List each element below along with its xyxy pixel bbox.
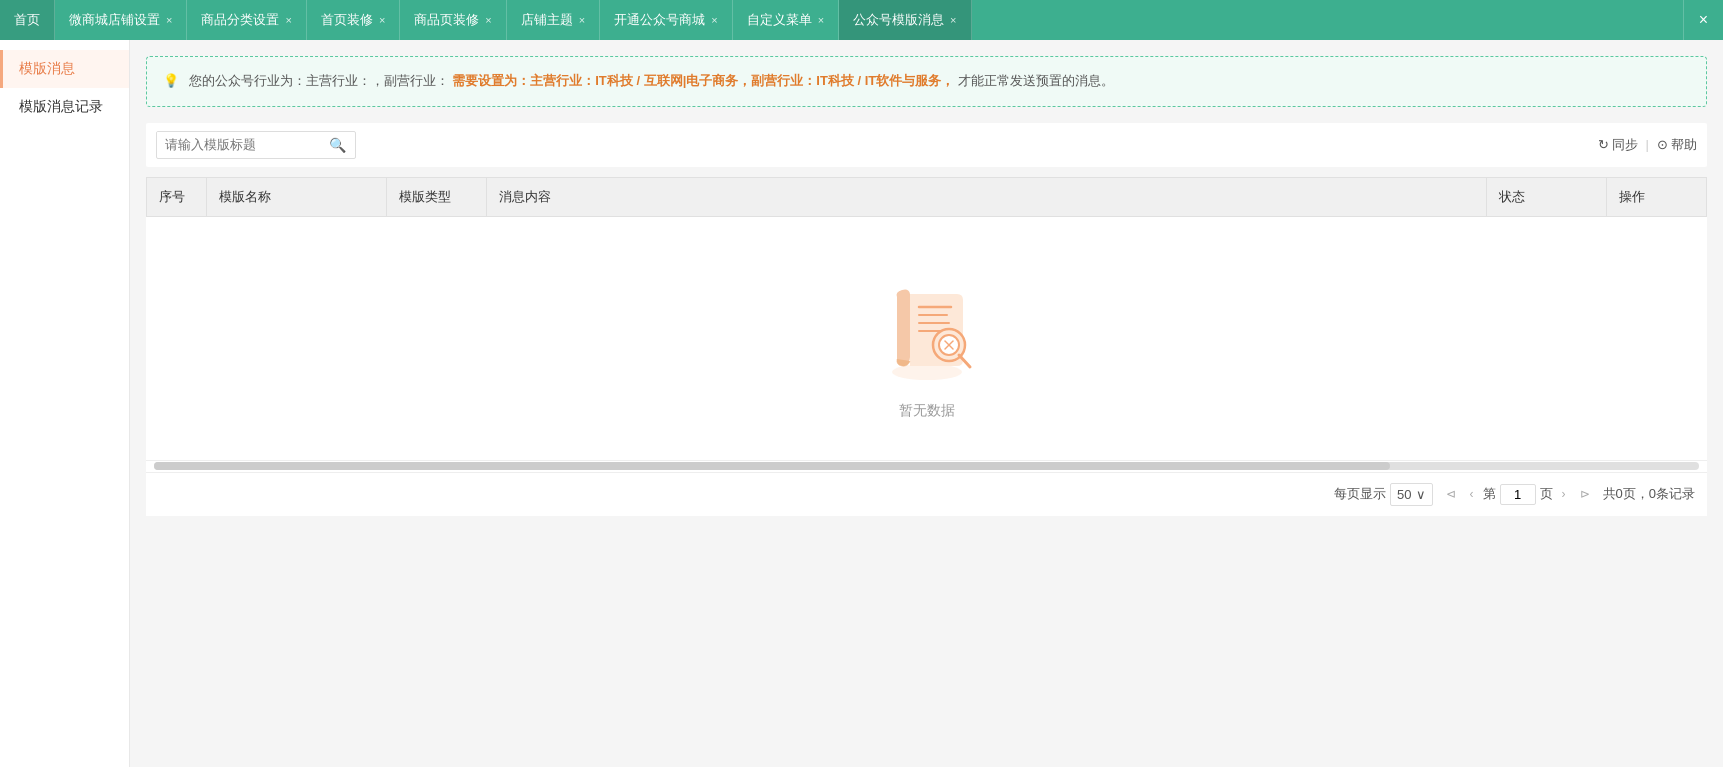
nav-tab-store-settings-label: 微商城店铺设置 <box>69 11 160 29</box>
sidebar-item-template-msg-records[interactable]: 模版消息记录 <box>0 88 129 126</box>
nav-tab-custom-menu[interactable]: 自定义菜单 × <box>733 0 839 40</box>
nav-tab-template-msg[interactable]: 公众号模版消息 × <box>839 0 971 40</box>
col-header-status: 状态 <box>1487 177 1607 216</box>
page-label-pre: 第 <box>1483 485 1496 503</box>
sync-label: 同步 <box>1612 136 1638 154</box>
nav-tab-category-settings-label: 商品分类设置 <box>201 11 279 29</box>
empty-state-illustration <box>867 277 987 387</box>
content-area: 💡 您的公众号行业为：主营行业：，副营行业： 需要设置为：主营行业：IT科技 /… <box>130 40 1723 767</box>
horizontal-scrollbar[interactable] <box>146 460 1707 472</box>
page-size-value: 50 <box>1397 487 1411 502</box>
nav-tab-product-decor-label: 商品页装修 <box>414 11 479 29</box>
nav-tab-home-label: 首页 <box>14 11 40 29</box>
notice-lightbulb-icon: 💡 <box>163 73 179 88</box>
sidebar-item-template-msg[interactable]: 模版消息 <box>0 50 129 88</box>
page-size-dropdown[interactable]: 50 ∨ <box>1390 483 1432 506</box>
page-size-label: 每页显示 <box>1334 485 1386 503</box>
close-tab-store-theme-icon[interactable]: × <box>579 14 585 26</box>
search-icon: 🔍 <box>329 137 346 153</box>
toolbar-row: 🔍 ↻ 同步 | ⊙ 帮助 <box>146 123 1707 167</box>
col-header-type: 模版类型 <box>387 177 487 216</box>
next-page-button[interactable]: › <box>1557 485 1571 503</box>
nav-tab-store-theme-label: 店铺主题 <box>521 11 573 29</box>
table-empty-row: 暂无数据 <box>147 216 1707 460</box>
search-input[interactable] <box>157 132 322 157</box>
close-tab-product-decor-icon[interactable]: × <box>485 14 491 26</box>
nav-tab-store-theme[interactable]: 店铺主题 × <box>507 0 600 40</box>
page-label-post: 页 <box>1540 485 1553 503</box>
nav-tab-homepage-decor-label: 首页装修 <box>321 11 373 29</box>
nav-tab-open-mall[interactable]: 开通公众号商城 × <box>600 0 732 40</box>
table-header-row: 序号 模版名称 模版类型 消息内容 状态 操作 <box>147 177 1707 216</box>
prev-page-button[interactable]: ‹ <box>1465 485 1479 503</box>
notice-highlight: 需要设置为：主营行业：IT科技 / 互联网|电子商务，副营行业：IT科技 / I… <box>452 73 954 88</box>
scrollbar-thumb[interactable] <box>154 462 1390 470</box>
close-tab-template-msg-icon[interactable]: × <box>950 14 956 26</box>
help-label: 帮助 <box>1671 136 1697 154</box>
notice-banner: 💡 您的公众号行业为：主营行业：，副营行业： 需要设置为：主营行业：IT科技 /… <box>146 56 1707 107</box>
nav-tab-store-settings[interactable]: 微商城店铺设置 × <box>55 0 187 40</box>
search-button[interactable]: 🔍 <box>322 132 353 158</box>
first-page-button[interactable]: ⊲ <box>1441 485 1461 503</box>
empty-state-text: 暂无数据 <box>147 402 1707 420</box>
close-tab-store-settings-icon[interactable]: × <box>166 14 172 26</box>
nav-tab-open-mall-label: 开通公众号商城 <box>614 11 705 29</box>
empty-state: 暂无数据 <box>147 217 1707 460</box>
help-circle-icon: ⊙ <box>1657 137 1668 152</box>
sidebar: 模版消息 模版消息记录 <box>0 40 130 767</box>
search-box: 🔍 <box>156 131 356 159</box>
close-tab-homepage-decor-icon[interactable]: × <box>379 14 385 26</box>
top-nav: 首页 微商城店铺设置 × 商品分类设置 × 首页装修 × 商品页装修 × 店铺主… <box>0 0 1723 40</box>
close-tab-custom-menu-icon[interactable]: × <box>818 14 824 26</box>
nav-tab-product-decor[interactable]: 商品页装修 × <box>400 0 506 40</box>
col-header-content: 消息内容 <box>487 177 1487 216</box>
sidebar-item-template-msg-records-label: 模版消息记录 <box>19 98 103 114</box>
main-layout: 模版消息 模版消息记录 💡 您的公众号行业为：主营行业：，副营行业： 需要设置为… <box>0 40 1723 767</box>
nav-tab-custom-menu-label: 自定义菜单 <box>747 11 812 29</box>
scrollbar-track[interactable] <box>154 462 1699 470</box>
nav-close-all-button[interactable]: × <box>1683 0 1723 40</box>
page-number-input[interactable] <box>1500 484 1536 505</box>
close-tab-category-settings-icon[interactable]: × <box>285 14 291 26</box>
nav-tab-homepage-decor[interactable]: 首页装修 × <box>307 0 400 40</box>
notice-suffix: 才能正常发送预置的消息。 <box>958 73 1114 88</box>
sidebar-item-template-msg-label: 模版消息 <box>19 60 75 76</box>
nav-tab-category-settings[interactable]: 商品分类设置 × <box>187 0 306 40</box>
last-page-button[interactable]: ⊳ <box>1575 485 1595 503</box>
chevron-down-icon: ∨ <box>1416 487 1426 502</box>
col-header-action: 操作 <box>1607 177 1707 216</box>
col-header-index: 序号 <box>147 177 207 216</box>
page-navigation: ⊲ ‹ 第 页 › ⊳ <box>1441 484 1595 505</box>
data-table: 序号 模版名称 模版类型 消息内容 状态 操作 <box>146 177 1707 460</box>
svg-point-0 <box>892 364 962 380</box>
total-info: 共0页，0条记录 <box>1603 485 1695 503</box>
sync-icon: ↻ <box>1598 137 1609 152</box>
close-tab-open-mall-icon[interactable]: × <box>711 14 717 26</box>
help-button[interactable]: ⊙ 帮助 <box>1657 136 1697 154</box>
page-size-select: 每页显示 50 ∨ <box>1334 483 1432 506</box>
sync-button[interactable]: ↻ 同步 <box>1598 136 1638 154</box>
pagination-row: 每页显示 50 ∨ ⊲ ‹ 第 页 › ⊳ 共0页，0条记录 <box>146 472 1707 516</box>
toolbar-right: ↻ 同步 | ⊙ 帮助 <box>1598 136 1697 154</box>
col-header-name: 模版名称 <box>207 177 387 216</box>
notice-prefix: 您的公众号行业为：主营行业：，副营行业： <box>189 73 449 88</box>
nav-tab-template-msg-label: 公众号模版消息 <box>853 11 944 29</box>
nav-tab-home[interactable]: 首页 <box>0 0 55 40</box>
toolbar-divider: | <box>1646 137 1649 152</box>
